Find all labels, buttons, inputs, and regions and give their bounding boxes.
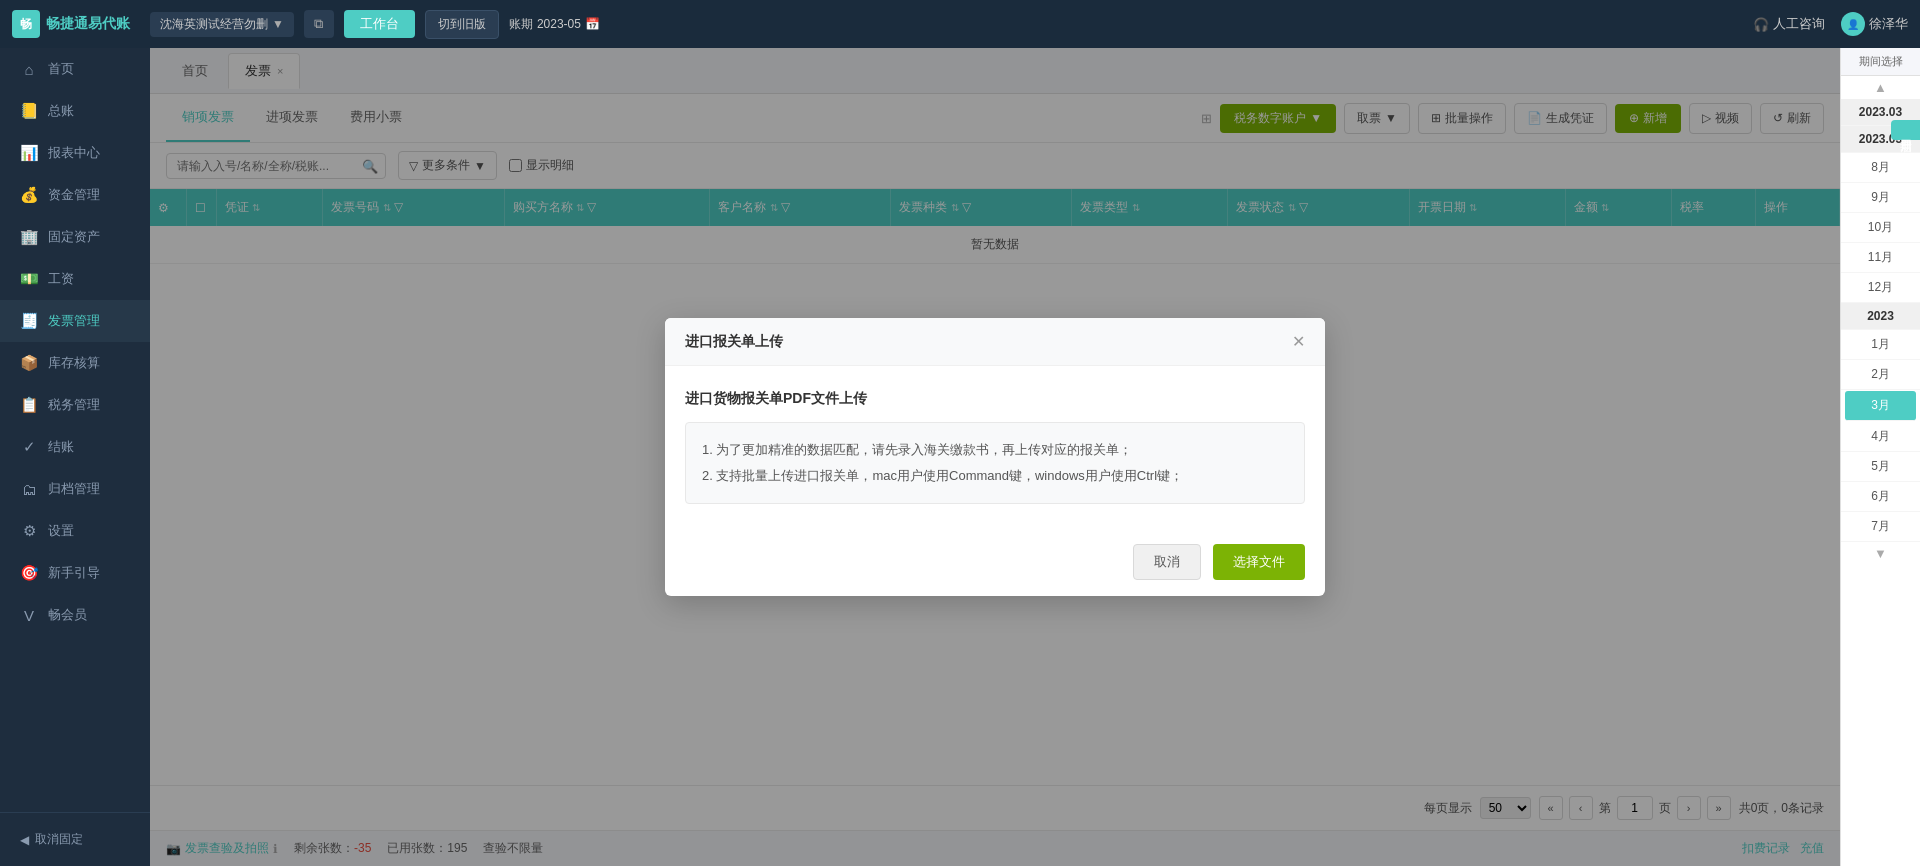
- modal-cancel-button[interactable]: 取消: [1133, 544, 1201, 580]
- modal-close-button[interactable]: ✕: [1292, 332, 1305, 351]
- fixed-icon: 🏢: [20, 228, 38, 246]
- tax-icon: 📋: [20, 396, 38, 414]
- modal-body: 进口货物报关单PDF文件上传 1. 为了更加精准的数据匹配，请先录入海关缴款书，…: [665, 366, 1325, 528]
- sidebar-label-member: 畅会员: [48, 606, 87, 624]
- period-item-7[interactable]: 7月: [1841, 512, 1920, 542]
- sidebar-label-settings: 设置: [48, 522, 74, 540]
- service-button[interactable]: 🎧 人工咨询: [1753, 15, 1825, 33]
- modal-select-file-button[interactable]: 选择文件: [1213, 544, 1305, 580]
- sidebar-label-salary: 工资: [48, 270, 74, 288]
- modal-upload-title: 进口货物报关单PDF文件上传: [685, 390, 1305, 408]
- period-item-8[interactable]: 8月: [1841, 153, 1920, 183]
- company-dropdown-arrow: ▼: [272, 17, 284, 31]
- sidebar-item-salary[interactable]: 💵 工资: [0, 258, 150, 300]
- period-item-5[interactable]: 5月: [1841, 452, 1920, 482]
- period-up-button[interactable]: ▲: [1841, 76, 1920, 99]
- period-item-4[interactable]: 4月: [1841, 422, 1920, 452]
- salary-icon: 💵: [20, 270, 38, 288]
- topbar-right: 🎧 人工咨询 👤 徐泽华: [1753, 12, 1908, 36]
- modal-info-box: 1. 为了更加精准的数据匹配，请先录入海关缴款书，再上传对应的报关单； 2. 支…: [685, 422, 1305, 504]
- period-panel: 期间选择 ▲ 2023.03 2023.03 8月 9月 10月 11月 12月…: [1840, 48, 1920, 866]
- pin-icon: ◀: [20, 833, 29, 847]
- settings-icon: ⚙: [20, 522, 38, 540]
- sidebar-label-invoice: 发票管理: [48, 312, 100, 330]
- close-account-icon: ✓: [20, 438, 38, 456]
- copy-icon: ⧉: [314, 16, 323, 32]
- sidebar-item-report[interactable]: 📊 报表中心: [0, 132, 150, 174]
- sidebar-label-fund: 资金管理: [48, 186, 100, 204]
- sidebar-label-close: 结账: [48, 438, 74, 456]
- open-period-button[interactable]: 开启日期: [1891, 120, 1920, 140]
- user-avatar: 👤: [1841, 12, 1865, 36]
- switch-version-button[interactable]: 切到旧版: [425, 10, 499, 39]
- invoice-icon: 🧾: [20, 312, 38, 330]
- sidebar-item-fixed[interactable]: 🏢 固定资产: [0, 216, 150, 258]
- app-logo-icon: 畅: [12, 10, 40, 38]
- copy-company-button[interactable]: ⧉: [304, 10, 334, 38]
- period-item-2[interactable]: 2月: [1841, 360, 1920, 390]
- modal-footer: 取消 选择文件: [665, 528, 1325, 596]
- sidebar-label-archive: 归档管理: [48, 480, 100, 498]
- sidebar-label-fixed: 固定资产: [48, 228, 100, 246]
- period-info: 账期 2023-05 📅: [509, 16, 600, 33]
- modal-info-item-1: 1. 为了更加精准的数据匹配，请先录入海关缴款书，再上传对应的报关单；: [702, 437, 1288, 463]
- company-name: 沈海英测试经营勿删: [160, 16, 268, 33]
- sidebar-label-report: 报表中心: [48, 144, 100, 162]
- period-item-12[interactable]: 12月: [1841, 273, 1920, 303]
- avatar-icon: 👤: [1847, 19, 1859, 30]
- modal-overlay: 进口报关单上传 ✕ 进口货物报关单PDF文件上传 1. 为了更加精准的数据匹配，…: [150, 48, 1840, 866]
- period-item-3[interactable]: 3月: [1845, 391, 1916, 421]
- guide-icon: 🎯: [20, 564, 38, 582]
- topbar: 畅 畅捷通易代账 沈海英测试经营勿删 ▼ ⧉ 工作台 切到旧版 账期 2023-…: [0, 0, 1920, 48]
- sidebar-label-ledger: 总账: [48, 102, 74, 120]
- sidebar-item-close[interactable]: ✓ 结账: [0, 426, 150, 468]
- pin-sidebar-button[interactable]: ◀ 取消固定: [0, 823, 150, 856]
- member-icon: V: [20, 607, 38, 624]
- period-item-10[interactable]: 10月: [1841, 213, 1920, 243]
- calendar-icon[interactable]: 📅: [585, 17, 600, 31]
- modal-info-item-2: 2. 支持批量上传进口报关单，mac用户使用Command键，windows用户…: [702, 463, 1288, 489]
- sidebar-item-ledger[interactable]: 📒 总账: [0, 90, 150, 132]
- user-info[interactable]: 👤 徐泽华: [1841, 12, 1908, 36]
- inventory-icon: 📦: [20, 354, 38, 372]
- sidebar-label-home: 首页: [48, 60, 74, 78]
- sidebar: ⌂ 首页 📒 总账 📊 报表中心 💰 资金管理 🏢 固定资产 💵 工资: [0, 48, 150, 866]
- app-logo: 畅 畅捷通易代账: [12, 10, 130, 38]
- user-name: 徐泽华: [1869, 15, 1908, 33]
- ledger-icon: 📒: [20, 102, 38, 120]
- period-item-6[interactable]: 6月: [1841, 482, 1920, 512]
- period-item-9[interactable]: 9月: [1841, 183, 1920, 213]
- home-icon: ⌂: [20, 61, 38, 78]
- sidebar-item-home[interactable]: ⌂ 首页: [0, 48, 150, 90]
- period-panel-header: 期间选择: [1841, 48, 1920, 76]
- fund-icon: 💰: [20, 186, 38, 204]
- modal-title: 进口报关单上传: [685, 333, 783, 351]
- modal-header: 进口报关单上传 ✕: [665, 318, 1325, 366]
- sidebar-item-archive[interactable]: 🗂 归档管理: [0, 468, 150, 510]
- workspace-button[interactable]: 工作台: [344, 10, 415, 38]
- company-selector[interactable]: 沈海英测试经营勿删 ▼: [150, 12, 294, 37]
- sidebar-item-settings[interactable]: ⚙ 设置: [0, 510, 150, 552]
- report-icon: 📊: [20, 144, 38, 162]
- sidebar-label-inventory: 库存核算: [48, 354, 100, 372]
- app-name: 畅捷通易代账: [46, 15, 130, 33]
- period-item-1[interactable]: 1月: [1841, 330, 1920, 360]
- sidebar-label-tax: 税务管理: [48, 396, 100, 414]
- period-item-2023: 2023: [1841, 303, 1920, 330]
- period-item-11[interactable]: 11月: [1841, 243, 1920, 273]
- archive-icon: 🗂: [20, 481, 38, 498]
- sidebar-item-fund[interactable]: 💰 资金管理: [0, 174, 150, 216]
- period-down-button[interactable]: ▼: [1841, 542, 1920, 565]
- content-area: 首页 发票 × 销项发票 进项发票: [150, 48, 1840, 866]
- sidebar-item-guide[interactable]: 🎯 新手引导: [0, 552, 150, 594]
- sidebar-item-member[interactable]: V 畅会员: [0, 594, 150, 636]
- sidebar-item-tax[interactable]: 📋 税务管理: [0, 384, 150, 426]
- sidebar-item-inventory[interactable]: 📦 库存核算: [0, 342, 150, 384]
- sidebar-label-guide: 新手引导: [48, 564, 100, 582]
- headset-icon: 🎧: [1753, 17, 1769, 32]
- sidebar-item-invoice[interactable]: 🧾 发票管理: [0, 300, 150, 342]
- modal-import-customs: 进口报关单上传 ✕ 进口货物报关单PDF文件上传 1. 为了更加精准的数据匹配，…: [665, 318, 1325, 596]
